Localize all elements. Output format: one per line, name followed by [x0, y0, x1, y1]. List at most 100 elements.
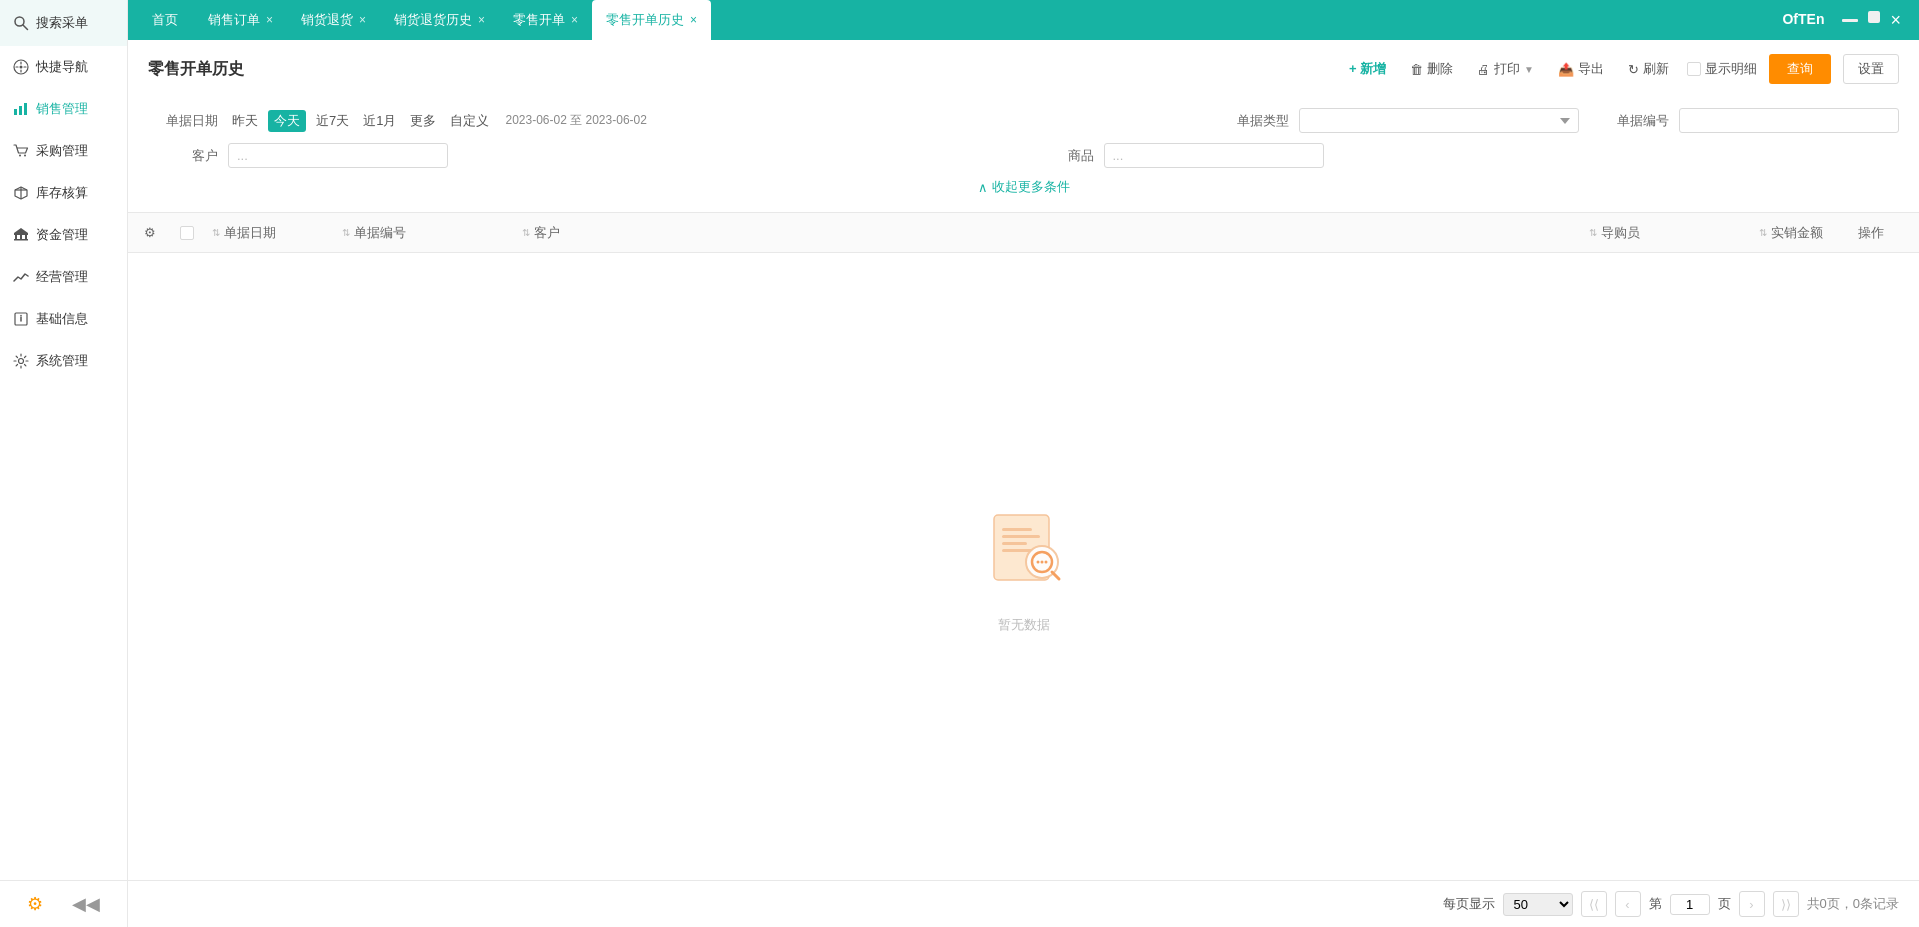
sort-icon: ⇅ [1589, 227, 1597, 238]
tab-sales-order-close[interactable]: × [266, 13, 273, 27]
tab-retail-open-history-label: 零售开单历史 [606, 11, 684, 29]
page-title: 零售开单历史 [148, 59, 244, 80]
maximize-button[interactable] [1868, 11, 1880, 23]
tab-sales-order[interactable]: 销售订单 × [194, 0, 287, 40]
delete-button[interactable]: 🗑 删除 [1404, 56, 1459, 82]
tab-retail-open-history[interactable]: 零售开单历史 × [592, 0, 711, 40]
svg-rect-16 [25, 235, 27, 239]
brand-label: OfTEn [1782, 11, 1824, 29]
tab-sales-return-label: 销货退货 [301, 11, 353, 29]
bill-type-select[interactable] [1299, 108, 1579, 133]
date-opt-1month[interactable]: 近1月 [359, 110, 400, 132]
refresh-button[interactable]: ↻ 刷新 [1622, 56, 1675, 82]
page-prev-icon: ‹ [1625, 897, 1629, 912]
tab-sales-return-close[interactable]: × [359, 13, 366, 27]
th-settings[interactable]: ⚙ [136, 225, 172, 240]
th-num: ⇅ 单据编号 [334, 224, 514, 242]
svg-rect-24 [1002, 542, 1027, 545]
cart-icon [12, 142, 30, 160]
display-detail-checkbox[interactable]: 显示明细 [1687, 60, 1757, 78]
customer-label: 客户 [148, 147, 228, 165]
sidebar-item-finance[interactable]: 资金管理 [0, 214, 127, 256]
tab-retail-open-history-close[interactable]: × [690, 13, 697, 27]
sidebar-item-operations[interactable]: 经营管理 [0, 256, 127, 298]
add-button[interactable]: + 新增 [1343, 56, 1392, 82]
query-button[interactable]: 查询 [1769, 54, 1831, 84]
page-first-button[interactable]: ⟨⟨ [1581, 891, 1607, 917]
sidebar-item-sales-mgmt[interactable]: 销售管理 [0, 88, 127, 130]
tab-home[interactable]: 首页 [136, 0, 194, 40]
th-date: ⇅ 单据日期 [204, 224, 334, 242]
bill-no-input[interactable] [1679, 108, 1899, 133]
page-suffix: 页 [1718, 895, 1731, 913]
date-opt-yesterday[interactable]: 昨天 [228, 110, 262, 132]
th-amount-label: 实销金额 [1771, 224, 1823, 242]
tab-retail-open-close[interactable]: × [571, 13, 578, 27]
page-prev-button[interactable]: ‹ [1615, 891, 1641, 917]
svg-rect-4 [14, 109, 17, 115]
customer-picker[interactable]: ... [228, 143, 448, 168]
th-action: 操作 [1831, 224, 1911, 242]
th-guide-label: 导购员 [1601, 224, 1640, 242]
page-first-icon: ⟨⟨ [1589, 897, 1599, 912]
tab-retail-open[interactable]: 零售开单 × [499, 0, 592, 40]
sidebar-item-label: 销售管理 [36, 100, 88, 118]
minimize-button[interactable] [1842, 19, 1858, 22]
page-number-input[interactable] [1670, 894, 1710, 915]
svg-line-28 [1052, 572, 1059, 579]
sidebar-item-basic-info[interactable]: 基础信息 [0, 298, 127, 340]
sidebar-item-quick-nav[interactable]: 快捷导航 [0, 46, 127, 88]
sidebar-item-system-mgmt[interactable]: 系统管理 [0, 340, 127, 382]
close-button[interactable]: × [1890, 11, 1901, 29]
th-client: ⇅ 客户 [514, 224, 1581, 242]
customer-dots: ... [237, 148, 248, 163]
page-next-button[interactable]: › [1739, 891, 1765, 917]
svg-point-30 [1040, 560, 1043, 563]
table-settings-icon[interactable]: ⚙ [144, 225, 156, 240]
svg-marker-13 [14, 228, 28, 233]
cube-icon [12, 184, 30, 202]
select-all-checkbox[interactable] [180, 226, 194, 240]
print-chevron-icon: ▼ [1524, 64, 1534, 75]
info-icon [12, 310, 30, 328]
sidebar-search[interactable]: 搜索采单 [0, 0, 127, 46]
date-opt-more[interactable]: 更多 [406, 110, 440, 132]
goods-picker[interactable]: ... [1104, 143, 1324, 168]
table-container: ⚙ ⇅ 单据日期 ⇅ 单据编号 ⇅ 客户 ⇅ [128, 213, 1919, 880]
setting-button[interactable]: 设置 [1843, 54, 1899, 84]
toolbar: + 新增 🗑 删除 🖨 打印 ▼ 📤 导出 ↻ [1343, 54, 1899, 84]
tab-sales-return[interactable]: 销货退货 × [287, 0, 380, 40]
date-opt-custom[interactable]: 自定义 [446, 110, 493, 132]
tab-sales-return-history[interactable]: 销货退货历史 × [380, 0, 499, 40]
date-opt-today[interactable]: 今天 [268, 110, 306, 132]
empty-illustration [974, 500, 1074, 600]
bill-no-label: 单据编号 [1599, 112, 1679, 130]
export-button[interactable]: 📤 导出 [1552, 56, 1610, 82]
collapse-icon[interactable]: ◀◀ [72, 893, 100, 915]
bank-icon [12, 226, 30, 244]
th-checkbox[interactable] [172, 226, 204, 240]
print-button[interactable]: 🖨 打印 ▼ [1471, 56, 1540, 82]
sidebar-item-label: 库存核算 [36, 184, 88, 202]
tab-sales-return-history-close[interactable]: × [478, 13, 485, 27]
svg-point-3 [20, 66, 23, 69]
sidebar-item-inventory[interactable]: 库存核算 [0, 172, 127, 214]
per-page-select[interactable]: 50 20 100 [1503, 893, 1573, 916]
gear-icon[interactable]: ⚙ [27, 893, 43, 915]
th-amount: ⇅ 实销金额 [1701, 224, 1831, 242]
date-options: 昨天 今天 近7天 近1月 更多 自定义 2023-06-02 至 2023-0… [228, 110, 647, 132]
sidebar-item-label: 系统管理 [36, 352, 88, 370]
th-guide: ⇅ 导购员 [1581, 224, 1701, 242]
sidebar-item-purchase-mgmt[interactable]: 采购管理 [0, 130, 127, 172]
svg-point-29 [1036, 560, 1039, 563]
sort-icon: ⇅ [342, 227, 350, 238]
collapse-button[interactable]: ∧ 收起更多条件 [978, 178, 1070, 196]
trending-up-icon [12, 268, 30, 286]
date-opt-7days[interactable]: 近7天 [312, 110, 353, 132]
page-last-button[interactable]: ⟩⟩ [1773, 891, 1799, 917]
sort-icon: ⇅ [212, 227, 220, 238]
empty-text: 暂无数据 [998, 616, 1050, 634]
display-detail-check-box[interactable] [1687, 62, 1701, 76]
sort-icon: ⇅ [522, 227, 530, 238]
main-area: 首页 销售订单 × 销货退货 × 销货退货历史 × 零售开单 × 零售开单历史 … [128, 0, 1919, 927]
